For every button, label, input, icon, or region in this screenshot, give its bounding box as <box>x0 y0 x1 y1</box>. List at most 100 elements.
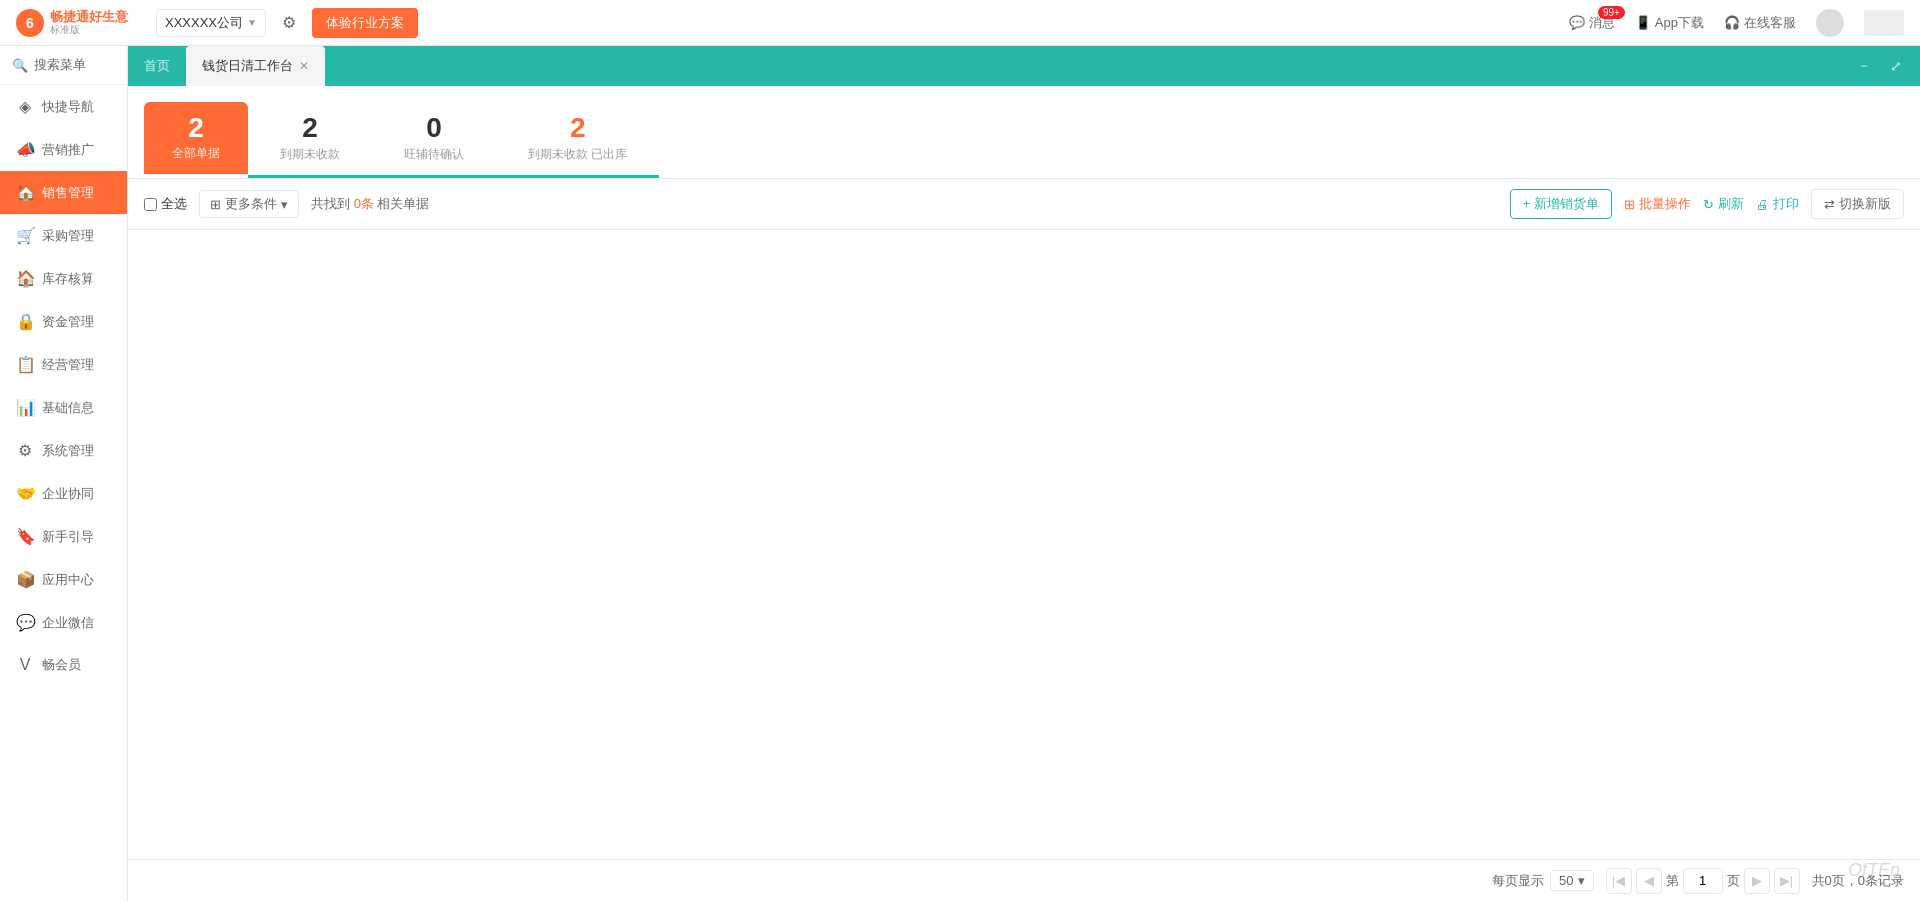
refresh-label: 刷新 <box>1718 195 1744 213</box>
online-service-action[interactable]: 🎧 在线客服 <box>1724 14 1796 32</box>
sidebar-label-guide: 新手引导 <box>42 528 94 546</box>
company-selector[interactable]: XXXXXX公司 ▼ <box>156 9 266 37</box>
app-icon: 📱 <box>1635 15 1651 30</box>
stats-section: 2 全部单据 2 到期未收款 0 旺辅待确认 2 到期未收款 已出库 <box>128 86 1920 179</box>
print-label: 打印 <box>1773 195 1799 213</box>
sidebar-item-member[interactable]: V 畅会员 <box>0 644 127 686</box>
page-first-button[interactable]: |◀ <box>1606 868 1632 894</box>
content-area: 2 全部单据 2 到期未收款 0 旺辅待确认 2 到期未收款 已出库 <box>128 86 1920 901</box>
wechat-icon: 💬 <box>16 613 34 632</box>
sidebar-item-system[interactable]: ⚙ 系统管理 <box>0 429 127 472</box>
sidebar-item-basic[interactable]: 📊 基础信息 <box>0 386 127 429</box>
stat-num-all: 2 <box>172 114 220 142</box>
found-text: 共找到 0条 相关单据 <box>311 195 429 213</box>
switch-label: 切换新版 <box>1839 195 1891 213</box>
tab-workbench[interactable]: 钱货日清工作台 ✕ <box>186 46 325 86</box>
filter-icon: ⊞ <box>210 197 221 212</box>
stat-card-all[interactable]: 2 全部单据 <box>144 102 248 178</box>
sidebar-label-operations: 经营管理 <box>42 356 94 374</box>
select-all-label: 全选 <box>161 195 187 213</box>
main-content: 首页 钱货日清工作台 ✕ － ⤢ 2 全部单据 <box>128 46 1920 901</box>
stat-label-wangwang: 旺辅待确认 <box>404 146 464 163</box>
page-size-select: 每页显示 50 ▾ <box>1492 870 1593 891</box>
sidebar-item-sales[interactable]: 🏠 销售管理 <box>0 171 127 214</box>
filter-arrow-icon: ▾ <box>281 197 288 212</box>
page-suffix: 页 <box>1727 872 1740 890</box>
logo-area: 6 畅捷通好生意 标准版 <box>16 9 128 37</box>
tab-home[interactable]: 首页 <box>128 46 186 86</box>
sidebar-label-purchase: 采购管理 <box>42 227 94 245</box>
tab-workbench-label: 钱货日清工作台 <box>202 57 293 75</box>
batch-button[interactable]: ⊞ 批量操作 <box>1624 195 1691 213</box>
finance-icon: 🔒 <box>16 312 34 331</box>
tab-close-icon[interactable]: ✕ <box>299 59 309 73</box>
logo-subtitle: 标准版 <box>50 24 128 36</box>
filter-button[interactable]: ⊞ 更多条件 ▾ <box>199 190 299 218</box>
stat-card-wangwang[interactable]: 0 旺辅待确认 <box>372 102 496 178</box>
headset-icon: 🎧 <box>1724 15 1740 30</box>
print-button[interactable]: 🖨 打印 <box>1756 195 1799 213</box>
settings-icon[interactable]: ⚙ <box>274 8 304 38</box>
avatar[interactable] <box>1816 9 1844 37</box>
sidebar-item-marketing[interactable]: 📣 营销推广 <box>0 128 127 171</box>
purchase-icon: 🛒 <box>16 226 34 245</box>
message-action[interactable]: 💬 消息 99+ <box>1569 14 1615 32</box>
company-arrow-icon: ▼ <box>247 17 257 28</box>
sidebar-item-purchase[interactable]: 🛒 采购管理 <box>0 214 127 257</box>
select-all-input[interactable] <box>144 198 157 211</box>
tab-bar-actions: － ⤢ <box>1852 54 1920 78</box>
page-prev-button[interactable]: ◀ <box>1636 868 1662 894</box>
sidebar-item-guide[interactable]: 🔖 新手引导 <box>0 515 127 558</box>
stat-label-all: 全部单据 <box>172 145 220 162</box>
trial-button[interactable]: 体验行业方案 <box>312 8 418 38</box>
user-name-area[interactable] <box>1864 10 1904 36</box>
sidebar-label-apps: 应用中心 <box>42 571 94 589</box>
sidebar-item-quick-nav[interactable]: ◈ 快捷导航 <box>0 85 127 128</box>
sidebar-item-apps[interactable]: 📦 应用中心 <box>0 558 127 601</box>
select-all-checkbox[interactable]: 全选 <box>144 195 187 213</box>
refresh-button[interactable]: ↻ 刷新 <box>1703 195 1744 213</box>
tab-minimize-icon[interactable]: － <box>1852 54 1876 78</box>
sidebar-item-cooperation[interactable]: 🤝 企业协同 <box>0 472 127 515</box>
sidebar-item-inventory[interactable]: 🏠 库存核算 <box>0 257 127 300</box>
sidebar-label-system: 系统管理 <box>42 442 94 460</box>
tab-maximize-icon[interactable]: ⤢ <box>1884 54 1908 78</box>
page-size-selector[interactable]: 50 ▾ <box>1550 870 1593 891</box>
page-last-button[interactable]: ▶| <box>1774 868 1800 894</box>
sidebar-search[interactable]: 🔍 搜索菜单 <box>0 46 127 85</box>
company-name: XXXXXX公司 <box>165 14 243 32</box>
header-left: 6 畅捷通好生意 标准版 XXXXXX公司 ▼ ⚙ 体验行业方案 <box>16 8 418 38</box>
tab-bar: 首页 钱货日清工作台 ✕ － ⤢ <box>128 46 1920 86</box>
sidebar-item-wechat[interactable]: 💬 企业微信 <box>0 601 127 644</box>
stat-card-overdue-shipped[interactable]: 2 到期未收款 已出库 <box>496 102 659 178</box>
stats-cards: 2 全部单据 2 到期未收款 0 旺辅待确认 2 到期未收款 已出库 <box>144 102 1904 178</box>
sidebar-label-quick-nav: 快捷导航 <box>42 98 94 116</box>
pagination: |◀ ◀ 第 页 ▶ ▶| <box>1606 868 1800 894</box>
sidebar-label-basic: 基础信息 <box>42 399 94 417</box>
refresh-icon: ↻ <box>1703 197 1714 212</box>
stat-num-wangwang: 0 <box>404 114 464 142</box>
sidebar-label-marketing: 营销推广 <box>42 141 94 159</box>
batch-label: 批量操作 <box>1639 195 1691 213</box>
basic-icon: 📊 <box>16 398 34 417</box>
guide-icon: 🔖 <box>16 527 34 546</box>
app-download-action[interactable]: 📱 App下载 <box>1635 14 1704 32</box>
sidebar-item-operations[interactable]: 📋 经营管理 <box>0 343 127 386</box>
member-icon: V <box>16 656 34 674</box>
operations-icon: 📋 <box>16 355 34 374</box>
sidebar-label-wechat: 企业微信 <box>42 614 94 632</box>
total-text: 共0页，0条记录 <box>1812 872 1904 890</box>
page-number-input[interactable] <box>1683 868 1723 894</box>
stat-card-overdue-unpaid[interactable]: 2 到期未收款 <box>248 102 372 178</box>
add-sale-button[interactable]: + 新增销货单 <box>1510 189 1612 219</box>
sidebar-item-finance[interactable]: 🔒 资金管理 <box>0 300 127 343</box>
logo-title: 畅捷通好生意 <box>50 9 128 25</box>
print-icon: 🖨 <box>1756 197 1769 212</box>
found-prefix: 共找到 <box>311 196 350 211</box>
found-suffix: 相关单据 <box>377 196 429 211</box>
page-next-button[interactable]: ▶ <box>1744 868 1770 894</box>
switch-version-button[interactable]: ⇄ 切换新版 <box>1811 189 1904 219</box>
header-right: 💬 消息 99+ 📱 App下载 🎧 在线客服 <box>1569 9 1904 37</box>
page-label: 第 <box>1666 872 1679 890</box>
sales-icon: 🏠 <box>16 183 34 202</box>
